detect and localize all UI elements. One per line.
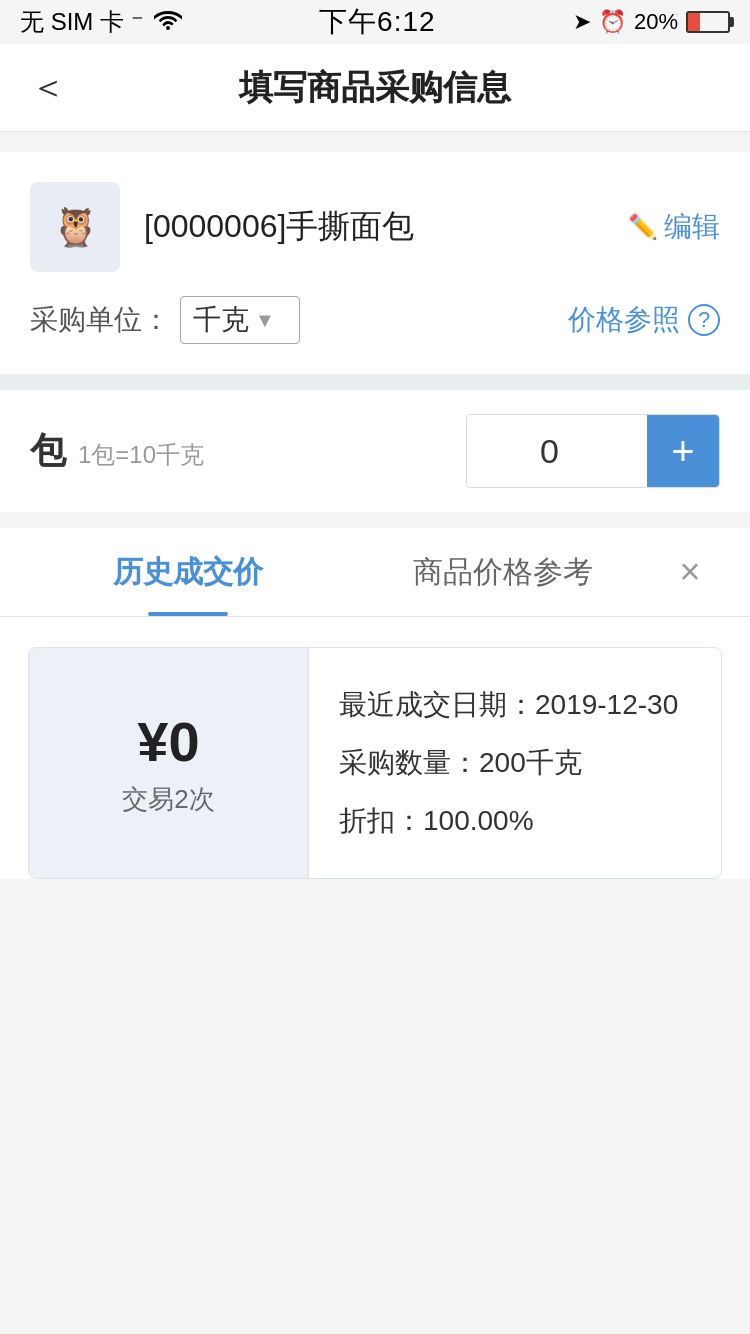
status-bar: 无 SIM 卡 ⁻ 下午6:12 ➤ ⏰ 20%	[0, 0, 750, 44]
price-ref-label: 价格参照	[568, 301, 680, 339]
recent-date-value: 2019-12-30	[535, 689, 678, 720]
quantity-input-group: +	[466, 414, 720, 488]
price-amount: 0	[169, 710, 200, 773]
price-display: ¥0	[137, 709, 199, 774]
product-image: 🦉	[30, 182, 120, 272]
location-icon: ➤	[573, 9, 591, 35]
status-left: 无 SIM 卡 ⁻	[20, 6, 182, 38]
quantity-row: 包 1包=10千克 +	[0, 390, 750, 512]
status-right: ➤ ⏰ 20%	[573, 9, 730, 35]
quantity-label-text: 采购数量：	[339, 747, 479, 778]
battery-icon	[686, 11, 730, 33]
alarm-icon: ⏰	[599, 9, 626, 35]
quantity-input[interactable]	[467, 415, 647, 487]
tab-price-label: 商品价格参考	[413, 552, 593, 593]
close-button[interactable]: ×	[660, 542, 720, 602]
edit-button[interactable]: ✏️ 编辑	[628, 208, 720, 246]
dropdown-icon: ▼	[255, 309, 275, 332]
product-left: 🦉 [0000006]手撕面包	[30, 182, 414, 272]
product-card: 🦉 [0000006]手撕面包 ✏️ 编辑 采购单位： 千克 ▼ 价格参照 ?	[0, 152, 750, 374]
detail-column: 最近成交日期：2019-12-30 采购数量：200千克 折扣：100.00%	[309, 648, 721, 878]
discount-row: 折扣：100.00%	[339, 800, 691, 842]
tabs-panel: 历史成交价 商品价格参考 × ¥0 交易2次 最近成交日期：2019-12-30…	[0, 528, 750, 879]
product-name: [0000006]手撕面包	[144, 205, 414, 249]
sim-label: 无 SIM 卡 ⁻	[20, 6, 144, 38]
trade-times: 交易2次	[122, 782, 214, 817]
product-icon-symbol: 🦉	[52, 205, 99, 249]
quantity-plus-button[interactable]: +	[647, 415, 719, 487]
quantity-label: 包 1包=10千克	[30, 427, 204, 476]
tab-history-price[interactable]: 历史成交价	[30, 528, 345, 616]
question-icon: ?	[688, 304, 720, 336]
product-bottom-row: 采购单位： 千克 ▼ 价格参照 ?	[30, 296, 720, 344]
nav-bar: ＜ 填写商品采购信息	[0, 44, 750, 132]
tab-product-price-ref[interactable]: 商品价格参考	[345, 528, 660, 616]
page-title: 填写商品采购信息	[239, 65, 511, 111]
recent-date-row: 最近成交日期：2019-12-30	[339, 684, 691, 726]
quantity-value: 200千克	[479, 747, 582, 778]
battery-percent: 20%	[634, 9, 678, 35]
edit-icon: ✏️	[628, 213, 658, 241]
status-time: 下午6:12	[319, 3, 436, 41]
currency-symbol: ¥	[137, 710, 168, 773]
section-divider	[0, 374, 750, 390]
unit-select[interactable]: 千克 ▼	[180, 296, 300, 344]
unit-prefix: 采购单位：	[30, 301, 170, 339]
price-reference-button[interactable]: 价格参照 ?	[568, 301, 720, 339]
unit-row: 采购单位： 千克 ▼	[30, 296, 300, 344]
tab-history-label: 历史成交价	[113, 552, 263, 593]
discount-value: 100.00%	[423, 805, 534, 836]
unit-value: 千克	[193, 301, 249, 339]
tabs-header: 历史成交价 商品价格参考 ×	[0, 528, 750, 617]
discount-label: 折扣：	[339, 805, 423, 836]
back-button[interactable]: ＜	[30, 63, 66, 112]
unit-character: 包	[30, 427, 66, 476]
product-top-row: 🦉 [0000006]手撕面包 ✏️ 编辑	[30, 182, 720, 272]
edit-label: 编辑	[664, 208, 720, 246]
unit-hint: 1包=10千克	[78, 439, 204, 471]
history-price-card: ¥0 交易2次 最近成交日期：2019-12-30 采购数量：200千克 折扣：…	[28, 647, 722, 879]
price-column: ¥0 交易2次	[29, 648, 309, 878]
wifi-icon	[154, 8, 182, 36]
purchase-quantity-row: 采购数量：200千克	[339, 742, 691, 784]
recent-date-label: 最近成交日期：	[339, 689, 535, 720]
